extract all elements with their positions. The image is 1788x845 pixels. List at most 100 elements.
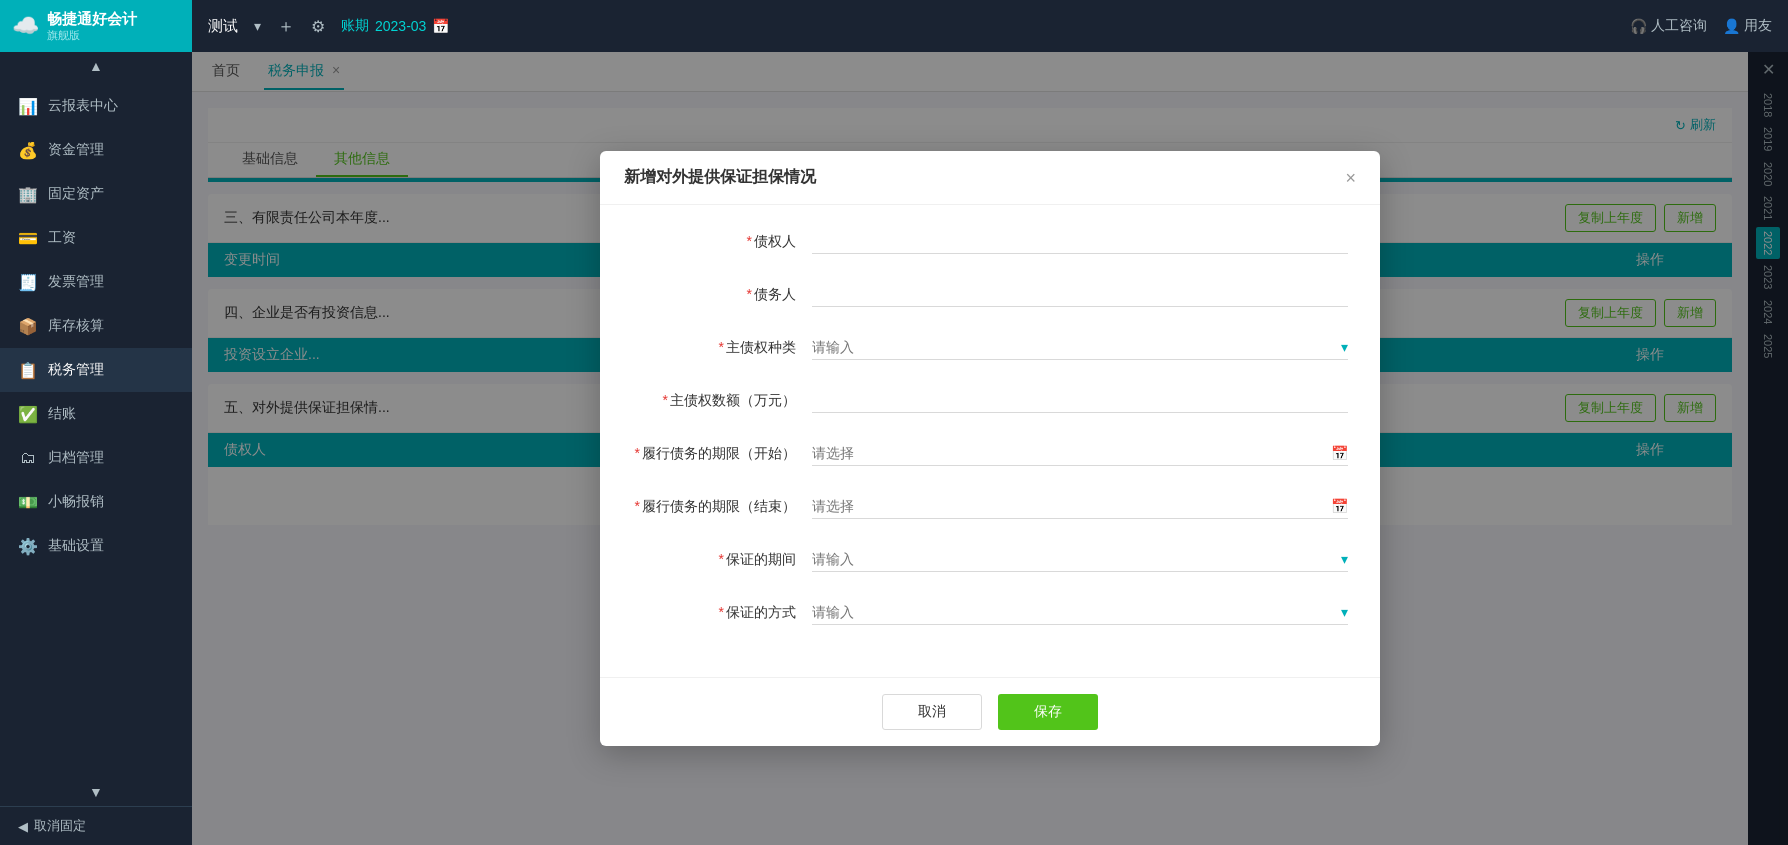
sidebar-item-label: 发票管理: [48, 273, 104, 291]
sidebar-item-archive[interactable]: 🗂 归档管理: [0, 436, 192, 480]
debtor-label: *债务人: [632, 286, 812, 304]
save-button[interactable]: 保存: [998, 694, 1098, 730]
sidebar-item-label: 小畅报销: [48, 493, 104, 511]
creditor-label: *债权人: [632, 233, 812, 251]
period-start-input[interactable]: [812, 445, 1331, 461]
logo-badge: 旗舰版: [47, 28, 137, 43]
debt-type-label: *主债权种类: [632, 339, 812, 357]
guarantee-period-input[interactable]: [812, 551, 1341, 567]
fund-icon: 💰: [18, 140, 38, 160]
creditor-input-wrap: [812, 229, 1348, 254]
xiaochang-icon: 💵: [18, 492, 38, 512]
sidebar-item-label: 工资: [48, 229, 76, 247]
cancel-pin-icon: ◀: [18, 819, 28, 834]
sidebar-item-label: 固定资产: [48, 185, 104, 203]
calendar-icon[interactable]: 📅: [432, 18, 449, 34]
settings-button[interactable]: ⚙: [311, 17, 325, 36]
debt-type-dropdown-icon[interactable]: ▾: [1341, 339, 1348, 355]
modal-title: 新增对外提供保证担保情况: [624, 167, 816, 188]
form-field-guarantee-period: *保证的期间 ▾: [632, 547, 1348, 572]
sidebar-item-label: 云报表中心: [48, 97, 118, 115]
period-start-calendar-icon[interactable]: 📅: [1331, 445, 1348, 461]
period-end-input[interactable]: [812, 498, 1331, 514]
guarantee-method-select-wrap: ▾: [812, 600, 1348, 625]
debt-amount-label: *主债权数额（万元）: [632, 392, 812, 410]
period-end-label: *履行债务的期限（结束）: [632, 498, 812, 516]
modal-close-button[interactable]: ×: [1345, 169, 1356, 187]
debt-type-input[interactable]: [812, 339, 1341, 355]
top-bar: 测试 ▾ ＋ ⚙ 账期 2023-03 📅 🎧 人工咨询 👤 用友: [192, 0, 1788, 52]
period-end-date-wrap: 📅: [812, 494, 1348, 519]
cancel-button[interactable]: 取消: [882, 694, 982, 730]
invoice-icon: 🧾: [18, 272, 38, 292]
guarantee-period-dropdown-icon[interactable]: ▾: [1341, 551, 1348, 567]
top-bar-right: 🎧 人工咨询 👤 用友: [1630, 17, 1772, 35]
company-name: 测试: [208, 17, 238, 36]
period-end-calendar-icon[interactable]: 📅: [1331, 498, 1348, 514]
debtor-input[interactable]: [812, 282, 1348, 307]
sidebar-item-xiaochang[interactable]: 💵 小畅报销: [0, 480, 192, 524]
sidebar-item-inventory[interactable]: 📦 库存核算: [0, 304, 192, 348]
debt-type-select-wrap: ▾: [812, 335, 1348, 360]
form-field-creditor: *债权人: [632, 229, 1348, 254]
period-selector: 账期 2023-03 📅: [341, 17, 449, 35]
headset-icon: 🎧: [1630, 18, 1647, 34]
user-menu-button[interactable]: 👤 用友: [1723, 17, 1772, 35]
guarantee-method-label: *保证的方式: [632, 604, 812, 622]
sidebar-item-basic-settings[interactable]: ⚙️ 基础设置: [0, 524, 192, 568]
sidebar-item-checkout[interactable]: ✅ 结账: [0, 392, 192, 436]
debtor-input-wrap: [812, 282, 1348, 307]
sidebar-item-payroll[interactable]: 💳 工资: [0, 216, 192, 260]
guarantee-method-dropdown-icon[interactable]: ▾: [1341, 604, 1348, 620]
content-area: 首页 税务申报 × ↻ 刷新: [192, 52, 1788, 845]
sidebar-item-label: 归档管理: [48, 449, 104, 467]
form-field-debtor: *债务人: [632, 282, 1348, 307]
period-start-label: *履行债务的期限（开始）: [632, 445, 812, 463]
form-field-period-start: *履行债务的期限（开始） 📅: [632, 441, 1348, 466]
payroll-icon: 💳: [18, 228, 38, 248]
guarantee-method-input[interactable]: [812, 604, 1341, 620]
checkout-icon: ✅: [18, 404, 38, 424]
sidebar: ☁️ 畅捷通好会计 旗舰版 ▲ 📊 云报表中心 💰 资金管理 🏢 固定资产: [0, 0, 192, 845]
tax-icon: 📋: [18, 360, 38, 380]
sidebar-item-label: 税务管理: [48, 361, 104, 379]
company-dropdown-icon[interactable]: ▾: [254, 18, 261, 34]
user-icon: 👤: [1723, 18, 1740, 34]
logo-text: 畅捷通好会计: [47, 10, 137, 28]
app-logo: ☁️ 畅捷通好会计 旗舰版: [0, 0, 192, 52]
archive-icon: 🗂: [18, 448, 38, 468]
sidebar-item-fund-mgmt[interactable]: 💰 资金管理: [0, 128, 192, 172]
inventory-icon: 📦: [18, 316, 38, 336]
settings-icon: ⚙️: [18, 536, 38, 556]
sidebar-item-fixed-assets[interactable]: 🏢 固定资产: [0, 172, 192, 216]
sidebar-item-cloud-report[interactable]: 📊 云报表中心: [0, 84, 192, 128]
sidebar-nav: 📊 云报表中心 💰 资金管理 🏢 固定资产 💳 工资 🧾 发票管理 📦: [0, 80, 192, 778]
period-value: 2023-03: [375, 18, 426, 34]
sidebar-item-invoice[interactable]: 🧾 发票管理: [0, 260, 192, 304]
sidebar-cancel-pin[interactable]: ◀ 取消固定: [0, 806, 192, 845]
sidebar-scroll-up[interactable]: ▲: [0, 52, 192, 80]
guarantee-period-select-wrap: ▾: [812, 547, 1348, 572]
debt-amount-input-wrap: [812, 388, 1348, 413]
cloud-report-icon: 📊: [18, 96, 38, 116]
sidebar-item-label: 结账: [48, 405, 76, 423]
add-tab-button[interactable]: ＋: [277, 14, 295, 38]
sidebar-item-label: 基础设置: [48, 537, 104, 555]
form-field-debt-type: *主债权种类 ▾: [632, 335, 1348, 360]
sidebar-item-tax-mgmt[interactable]: 📋 税务管理: [0, 348, 192, 392]
form-field-debt-amount: *主债权数额（万元）: [632, 388, 1348, 413]
modal-footer: 取消 保存: [600, 677, 1380, 746]
guarantee-period-label: *保证的期间: [632, 551, 812, 569]
sidebar-item-label: 库存核算: [48, 317, 104, 335]
period-start-date-wrap: 📅: [812, 441, 1348, 466]
modal-header: 新增对外提供保证担保情况 ×: [600, 151, 1380, 205]
creditor-input[interactable]: [812, 229, 1348, 254]
modal-body: *债权人 *债务人: [600, 205, 1380, 677]
debt-amount-input[interactable]: [812, 388, 1348, 413]
modal-dialog: 新增对外提供保证担保情况 × *债权人: [600, 151, 1380, 746]
form-field-guarantee-method: *保证的方式 ▾: [632, 600, 1348, 625]
form-field-period-end: *履行债务的期限（结束） 📅: [632, 494, 1348, 519]
sidebar-item-label: 资金管理: [48, 141, 104, 159]
human-service-button[interactable]: 🎧 人工咨询: [1630, 17, 1707, 35]
sidebar-scroll-down[interactable]: ▼: [0, 778, 192, 806]
